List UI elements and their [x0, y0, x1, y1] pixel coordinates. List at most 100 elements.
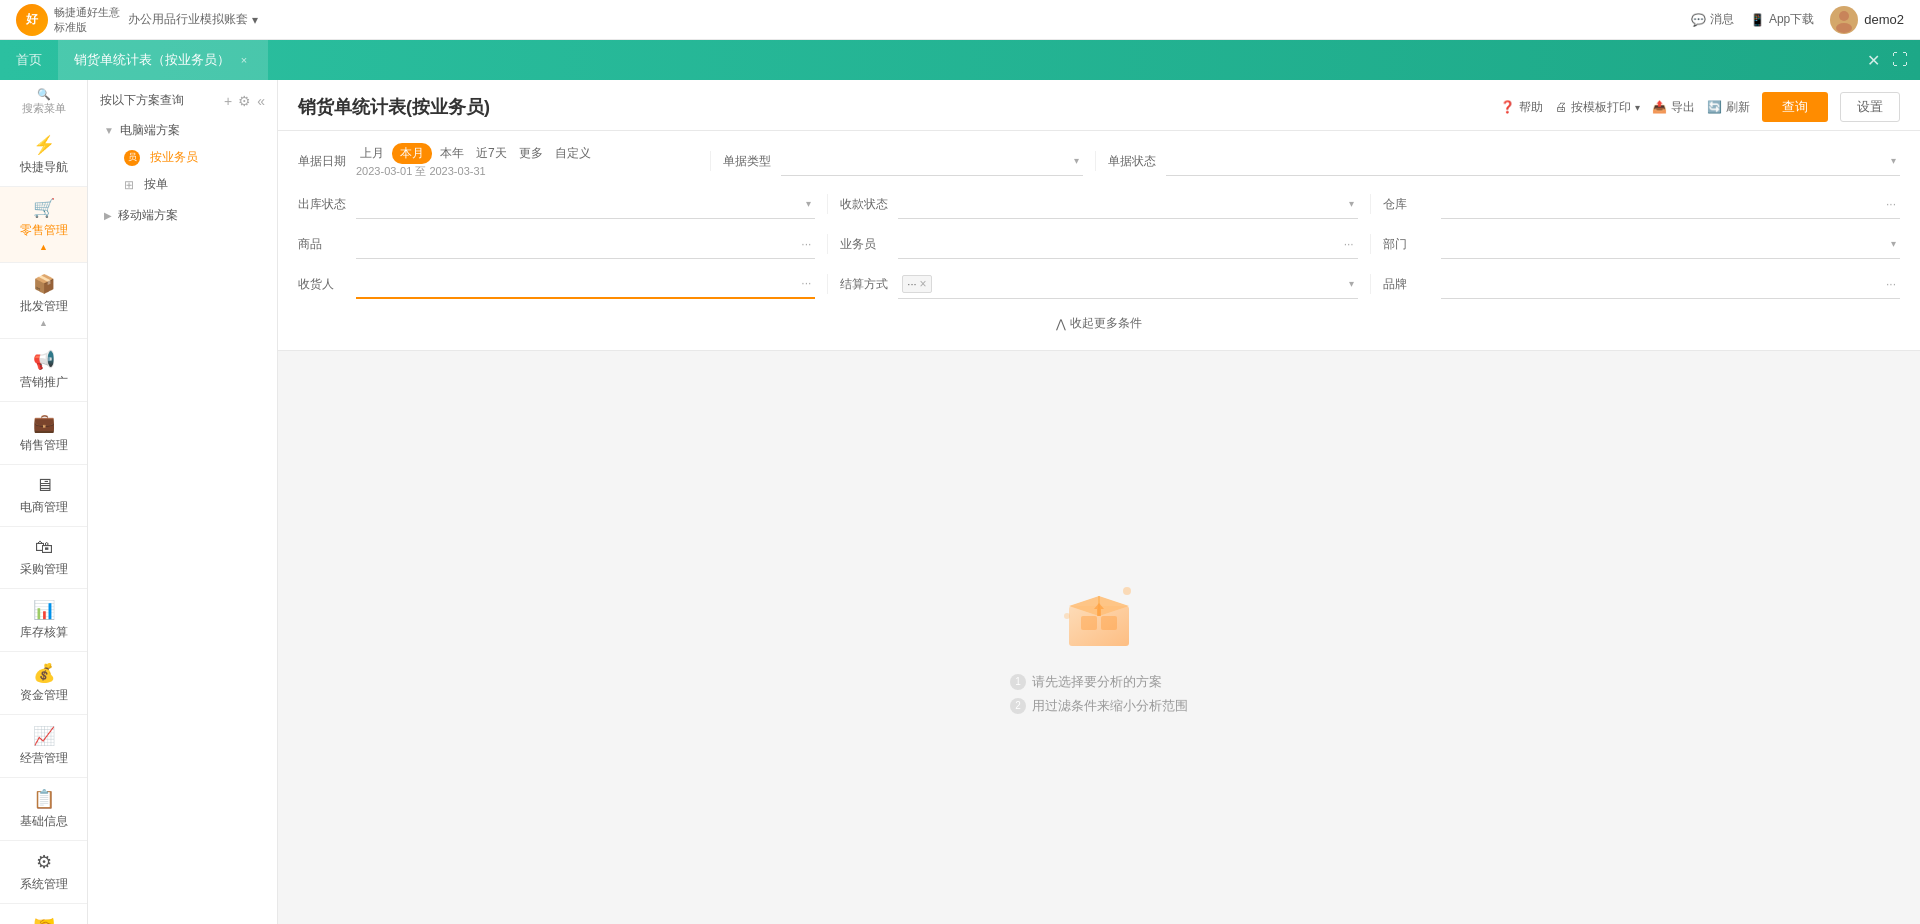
- collapse-panel-button[interactable]: «: [257, 93, 265, 109]
- goods-select[interactable]: ···: [356, 229, 815, 259]
- sidebar-item-operations[interactable]: 📈 经营管理: [0, 715, 87, 778]
- sidebar-item-ecommerce[interactable]: 🖥 电商管理: [0, 465, 87, 527]
- download-icon: 📱: [1750, 13, 1765, 27]
- logo-text: 畅捷通好生意 标准版: [54, 5, 120, 34]
- tab-sales-stat[interactable]: 销货单统计表（按业务员） ×: [58, 40, 268, 80]
- topbar-left: 好 畅捷通好生意 标准版 办公用品行业模拟账套 ▾: [16, 4, 258, 36]
- print-button[interactable]: 🖨 按模板打印 ▾: [1555, 99, 1640, 116]
- main-layout: 🔍 搜索菜单 ⚡ 快捷导航 🛒 零售管理 ▲ 📦 批发管理 ▲ 📢 营销推广 💼…: [0, 80, 1920, 924]
- empty-tip-2: 2 用过滤条件来缩小分析范围: [1010, 697, 1188, 715]
- filter-area: 单据日期 上月 本月 本年 近7天 更多 自定义 2023-03-01 至 20…: [278, 131, 1920, 351]
- sidebar-item-sysadmin[interactable]: ⚙ 系统管理: [0, 841, 87, 904]
- query-button[interactable]: 查询: [1762, 92, 1828, 122]
- right-panel: 销货单统计表(按业务员) ❓ 帮助 🖨 按模板打印 ▾ 📤 导出: [278, 80, 1920, 924]
- tab-home-label: 首页: [16, 51, 42, 69]
- date-tab-this-month[interactable]: 本月: [392, 143, 432, 164]
- svg-rect-6: [1101, 616, 1117, 630]
- pc-expand-arrow-icon: ▼: [104, 125, 114, 136]
- paymentmethod-filter-item: 结算方式 ··· × ▾: [840, 269, 1357, 299]
- sidebar-item-shortcut[interactable]: ⚡ 快捷导航: [0, 124, 87, 187]
- salesperson-select[interactable]: ···: [898, 229, 1357, 259]
- paymentmethod-arrow-icon: ▾: [1349, 278, 1354, 289]
- app-selector[interactable]: 办公用品行业模拟账套 ▾: [128, 11, 258, 28]
- tab-close-all-icon[interactable]: ✕: [1863, 47, 1884, 74]
- retail-icon: 🛒: [33, 197, 55, 219]
- panel-header: 按以下方案查询 + ⚙ «: [88, 88, 277, 117]
- tab-home[interactable]: 首页: [0, 40, 58, 80]
- message-button[interactable]: 💬 消息: [1691, 11, 1734, 28]
- settings-button[interactable]: 设置: [1840, 92, 1900, 122]
- tree-pc-scheme[interactable]: ▼ 电脑端方案: [88, 117, 277, 144]
- warehouse-dots-icon: ···: [1886, 197, 1896, 211]
- search-menu-button[interactable]: 🔍 搜索菜单: [0, 80, 87, 124]
- tree-mobile-scheme[interactable]: ▶ 移动端方案: [88, 202, 277, 229]
- salesperson-scheme-icon: 员: [124, 150, 140, 166]
- dept-filter-item: 部门 ▾: [1383, 229, 1900, 259]
- doctype-select[interactable]: ▾: [781, 146, 1083, 176]
- brand-select[interactable]: ···: [1441, 269, 1900, 299]
- sidebar-item-cooperation[interactable]: 🤝 企业协同: [0, 904, 87, 924]
- order-scheme-label: 按单: [144, 176, 168, 193]
- avatar: [1830, 6, 1858, 34]
- empty-tip-1: 1 请先选择要分析的方案: [1010, 673, 1188, 691]
- sidebar-item-purchase[interactable]: 🛍 采购管理: [0, 527, 87, 589]
- warehouse-select[interactable]: ···: [1441, 189, 1900, 219]
- sidebar-item-retail[interactable]: 🛒 零售管理 ▲: [0, 187, 87, 263]
- empty-illustration: [1049, 561, 1149, 661]
- export-button[interactable]: 📤 导出: [1652, 99, 1695, 116]
- sidebar-item-inventory[interactable]: 📊 库存核算: [0, 589, 87, 652]
- scheme-settings-icon[interactable]: ⚙: [238, 93, 251, 109]
- mobile-scheme-label: 移动端方案: [118, 207, 178, 224]
- warehouse-label: 仓库: [1383, 196, 1433, 213]
- print-icon: 🖨: [1555, 100, 1567, 114]
- filter-row-2: 出库状态 ▾ 收款状态 ▾: [298, 189, 1900, 219]
- shipstatus-arrow-icon: ▾: [806, 198, 811, 209]
- paymentmethod-select[interactable]: ··· × ▾: [898, 269, 1357, 299]
- cooperation-icon: 🤝: [33, 914, 55, 924]
- doctype-arrow-icon: ▾: [1074, 155, 1079, 166]
- sidebar-item-wholesale[interactable]: 📦 批发管理 ▲: [0, 263, 87, 339]
- svg-point-8: [1064, 613, 1070, 619]
- add-scheme-button[interactable]: +: [224, 93, 232, 109]
- tabbar-actions: ✕ ⛶: [1863, 47, 1920, 74]
- payment-method-tag-close[interactable]: ×: [920, 277, 927, 291]
- username-label: demo2: [1864, 12, 1904, 27]
- app-download-button[interactable]: 📱 App下载: [1750, 11, 1814, 28]
- refresh-button[interactable]: 🔄 刷新: [1707, 99, 1750, 116]
- separator-8: [1370, 274, 1371, 294]
- date-tab-this-year[interactable]: 本年: [436, 143, 468, 164]
- ecommerce-icon: 🖥: [35, 475, 53, 496]
- docstatus-select[interactable]: ▾: [1166, 146, 1900, 176]
- collapse-conditions-button[interactable]: ⋀ 收起更多条件: [298, 309, 1900, 338]
- shipstatus-select[interactable]: ▾: [356, 189, 815, 219]
- dept-select[interactable]: ▾: [1441, 229, 1900, 259]
- tab-close-icon[interactable]: ×: [236, 52, 252, 68]
- user-area[interactable]: demo2: [1830, 6, 1904, 34]
- tree-by-order[interactable]: ⊞ 按单: [88, 171, 277, 198]
- tree-by-salesperson[interactable]: 员 按业务员: [88, 144, 277, 171]
- sidebar-item-sales[interactable]: 💼 销售管理: [0, 402, 87, 465]
- sidebar-item-marketing[interactable]: 📢 营销推广: [0, 339, 87, 402]
- separator-5: [827, 234, 828, 254]
- operations-icon: 📈: [33, 725, 55, 747]
- topbar: 好 畅捷通好生意 标准版 办公用品行业模拟账套 ▾ 💬 消息 📱 App下载 d…: [0, 0, 1920, 40]
- mobile-expand-arrow-icon: ▶: [104, 210, 112, 221]
- date-tab-last-month[interactable]: 上月: [356, 143, 388, 164]
- expand-arrow-icon2: ▲: [39, 318, 48, 328]
- help-button[interactable]: ❓ 帮助: [1500, 99, 1543, 116]
- logo-icon: 好: [16, 4, 48, 36]
- brand-dots-icon: ···: [1886, 277, 1896, 291]
- date-tab-custom[interactable]: 自定义: [551, 143, 595, 164]
- receiver-input[interactable]: ···: [356, 269, 815, 299]
- order-scheme-icon: ⊞: [124, 178, 134, 192]
- export-icon: 📤: [1652, 100, 1667, 114]
- date-tab-more[interactable]: 更多: [515, 143, 547, 164]
- tab-expand-icon[interactable]: ⛶: [1888, 47, 1912, 73]
- salesperson-filter-item: 业务员 ···: [840, 229, 1357, 259]
- shortcut-icon: ⚡: [33, 134, 55, 156]
- date-tab-7days[interactable]: 近7天: [472, 143, 511, 164]
- sidebar-item-basicinfo[interactable]: 📋 基础信息: [0, 778, 87, 841]
- salesperson-dots-icon: ···: [1344, 237, 1354, 251]
- sidebar-item-finance[interactable]: 💰 资金管理: [0, 652, 87, 715]
- paymentstatus-select[interactable]: ▾: [898, 189, 1357, 219]
